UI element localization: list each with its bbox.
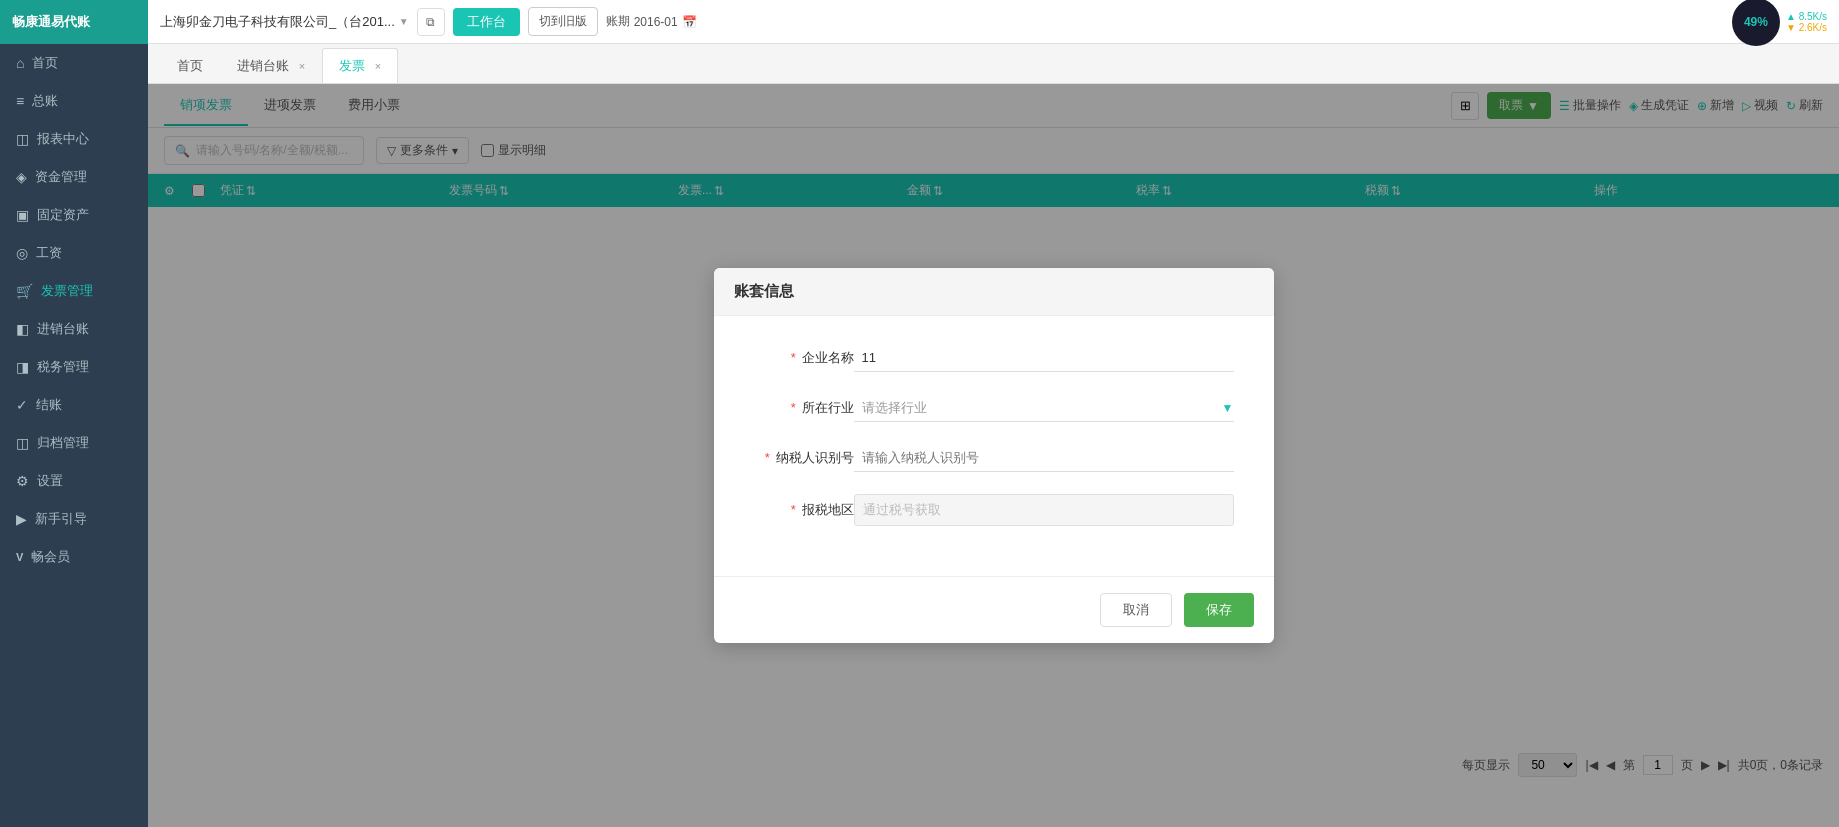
speed-badge: 49% bbox=[1732, 0, 1780, 46]
tab-purchase-sales[interactable]: 进销台账 × bbox=[220, 48, 322, 83]
sidebar-label-settings: 设置 bbox=[37, 472, 63, 490]
speed-up: ▲ 8.5K/s bbox=[1786, 11, 1827, 22]
save-button[interactable]: 保存 bbox=[1184, 593, 1254, 627]
modal-body: * 企业名称 * 所在行业 请选择行业 bbox=[714, 316, 1274, 576]
speed-down: ▼ 2.6K/s bbox=[1786, 22, 1827, 33]
capital-icon: ◈ bbox=[16, 169, 27, 185]
sidebar-item-home[interactable]: ⌂ 首页 bbox=[0, 44, 148, 82]
sidebar-item-purchase-sales[interactable]: ◧ 进销台账 bbox=[0, 310, 148, 348]
close-invoice-tab[interactable]: × bbox=[375, 60, 381, 72]
modal-title: 账套信息 bbox=[714, 268, 1274, 316]
member-icon: V bbox=[16, 551, 23, 563]
account-info-modal: 账套信息 * 企业名称 * 所在行业 bbox=[714, 268, 1274, 643]
salary-icon: ◎ bbox=[16, 245, 28, 261]
industry-dropdown-icon: ▼ bbox=[1222, 401, 1234, 415]
sidebar-label-archive: 归档管理 bbox=[37, 434, 89, 452]
sidebar-item-salary[interactable]: ◎ 工资 bbox=[0, 234, 148, 272]
tabs-bar: 首页 进销台账 × 发票 × bbox=[148, 44, 1839, 84]
period-value: 2016-01 bbox=[634, 15, 678, 29]
sidebar-item-invoice[interactable]: 🛒 发票管理 bbox=[0, 272, 148, 310]
tax-region-label: * 报税地区 bbox=[754, 501, 854, 519]
company-name-label: * 企业名称 bbox=[754, 349, 854, 367]
industry-label: * 所在行业 bbox=[754, 399, 854, 417]
settings-icon: ⚙ bbox=[16, 473, 29, 489]
tab-home[interactable]: 首页 bbox=[160, 48, 220, 83]
sidebar-label-reports: 报表中心 bbox=[37, 130, 89, 148]
reports-icon: ◫ bbox=[16, 131, 29, 147]
period-text-label: 账期 bbox=[606, 13, 630, 30]
top-header: 上海卯金刀电子科技有限公司_（台201... ▼ ⧉ 工作台 切到旧版 账期 2… bbox=[148, 0, 1839, 44]
fixed-assets-icon: ▣ bbox=[16, 207, 29, 223]
sidebar-item-capital[interactable]: ◈ 资金管理 bbox=[0, 158, 148, 196]
sidebar-item-member[interactable]: V 畅会员 bbox=[0, 538, 148, 576]
content-area: 销项发票 进项发票 费用小票 ⊞ 取票 ▼ ☰ bbox=[148, 84, 1839, 827]
sidebar-label-invoice: 发票管理 bbox=[41, 282, 93, 300]
tax-icon: ◨ bbox=[16, 359, 29, 375]
sidebar-label-guide: 新手引导 bbox=[35, 510, 87, 528]
workbench-button[interactable]: 工作台 bbox=[453, 8, 520, 36]
sidebar: 畅康通易代账 ⌂ 首页 ≡ 总账 ◫ 报表中心 ◈ 资金管理 ▣ 固定资产 ◎ … bbox=[0, 0, 148, 827]
main-area: 上海卯金刀电子科技有限公司_（台201... ▼ ⧉ 工作台 切到旧版 账期 2… bbox=[148, 0, 1839, 827]
tax-region-row: * 报税地区 通过税号获取 bbox=[754, 494, 1234, 526]
sidebar-label-fixed-assets: 固定资产 bbox=[37, 206, 89, 224]
archive-icon: ◫ bbox=[16, 435, 29, 451]
tax-region-placeholder: 通过税号获取 bbox=[863, 502, 941, 517]
tab-invoice[interactable]: 发票 × bbox=[322, 48, 398, 83]
company-dropdown-arrow: ▼ bbox=[399, 16, 409, 27]
industry-row: * 所在行业 请选择行业 ▼ bbox=[754, 394, 1234, 422]
purchase-sales-icon: ◧ bbox=[16, 321, 29, 337]
sidebar-item-guide[interactable]: ▶ 新手引导 bbox=[0, 500, 148, 538]
sidebar-label-settlement: 结账 bbox=[36, 396, 62, 414]
modal-overlay: 账套信息 * 企业名称 * 所在行业 bbox=[148, 84, 1839, 827]
tax-id-row: * 纳税人识别号 bbox=[754, 444, 1234, 472]
sidebar-item-tax[interactable]: ◨ 税务管理 bbox=[0, 348, 148, 386]
sidebar-item-settlement[interactable]: ✓ 结账 bbox=[0, 386, 148, 424]
tax-id-label: * 纳税人识别号 bbox=[754, 449, 854, 467]
sidebar-label-member: 畅会员 bbox=[31, 548, 70, 566]
sidebar-label-salary: 工资 bbox=[36, 244, 62, 262]
tax-id-input[interactable] bbox=[854, 444, 1234, 472]
modal-footer: 取消 保存 bbox=[714, 576, 1274, 643]
industry-select[interactable]: 请选择行业 bbox=[854, 394, 1222, 421]
industry-select-wrapper[interactable]: 请选择行业 ▼ bbox=[854, 394, 1234, 422]
header-right: 49% ▲ 8.5K/s ▼ 2.6K/s bbox=[1732, 0, 1827, 46]
settlement-icon: ✓ bbox=[16, 397, 28, 413]
period-display: 账期 2016-01 📅 bbox=[606, 13, 697, 30]
ledger-icon: ≡ bbox=[16, 93, 24, 109]
app-logo: 畅康通易代账 bbox=[0, 0, 148, 44]
invoice-icon: 🛒 bbox=[16, 283, 33, 299]
company-selector[interactable]: 上海卯金刀电子科技有限公司_（台201... ▼ bbox=[160, 13, 409, 31]
company-name-input[interactable] bbox=[854, 344, 1234, 372]
sidebar-item-settings[interactable]: ⚙ 设置 bbox=[0, 462, 148, 500]
sidebar-item-ledger[interactable]: ≡ 总账 bbox=[0, 82, 148, 120]
sidebar-item-reports[interactable]: ◫ 报表中心 bbox=[0, 120, 148, 158]
guide-icon: ▶ bbox=[16, 511, 27, 527]
sidebar-label-purchase-sales: 进销台账 bbox=[37, 320, 89, 338]
cancel-button[interactable]: 取消 bbox=[1100, 593, 1172, 627]
speed-info: ▲ 8.5K/s ▼ 2.6K/s bbox=[1786, 11, 1827, 33]
copy-icon: ⧉ bbox=[426, 15, 435, 29]
sidebar-label-home: 首页 bbox=[32, 54, 58, 72]
copy-icon-btn[interactable]: ⧉ bbox=[417, 8, 445, 36]
old-version-button[interactable]: 切到旧版 bbox=[528, 7, 598, 36]
sidebar-label-ledger: 总账 bbox=[32, 92, 58, 110]
close-purchase-sales-tab[interactable]: × bbox=[299, 60, 305, 72]
calendar-icon: 📅 bbox=[682, 15, 697, 29]
tax-region-display: 通过税号获取 bbox=[854, 494, 1234, 526]
sidebar-item-fixed-assets[interactable]: ▣ 固定资产 bbox=[0, 196, 148, 234]
sidebar-item-archive[interactable]: ◫ 归档管理 bbox=[0, 424, 148, 462]
home-icon: ⌂ bbox=[16, 55, 24, 71]
company-name-row: * 企业名称 bbox=[754, 344, 1234, 372]
speed-percent: 49% bbox=[1744, 15, 1768, 29]
sidebar-label-capital: 资金管理 bbox=[35, 168, 87, 186]
sidebar-label-tax: 税务管理 bbox=[37, 358, 89, 376]
company-name: 上海卯金刀电子科技有限公司_（台201... bbox=[160, 13, 395, 31]
